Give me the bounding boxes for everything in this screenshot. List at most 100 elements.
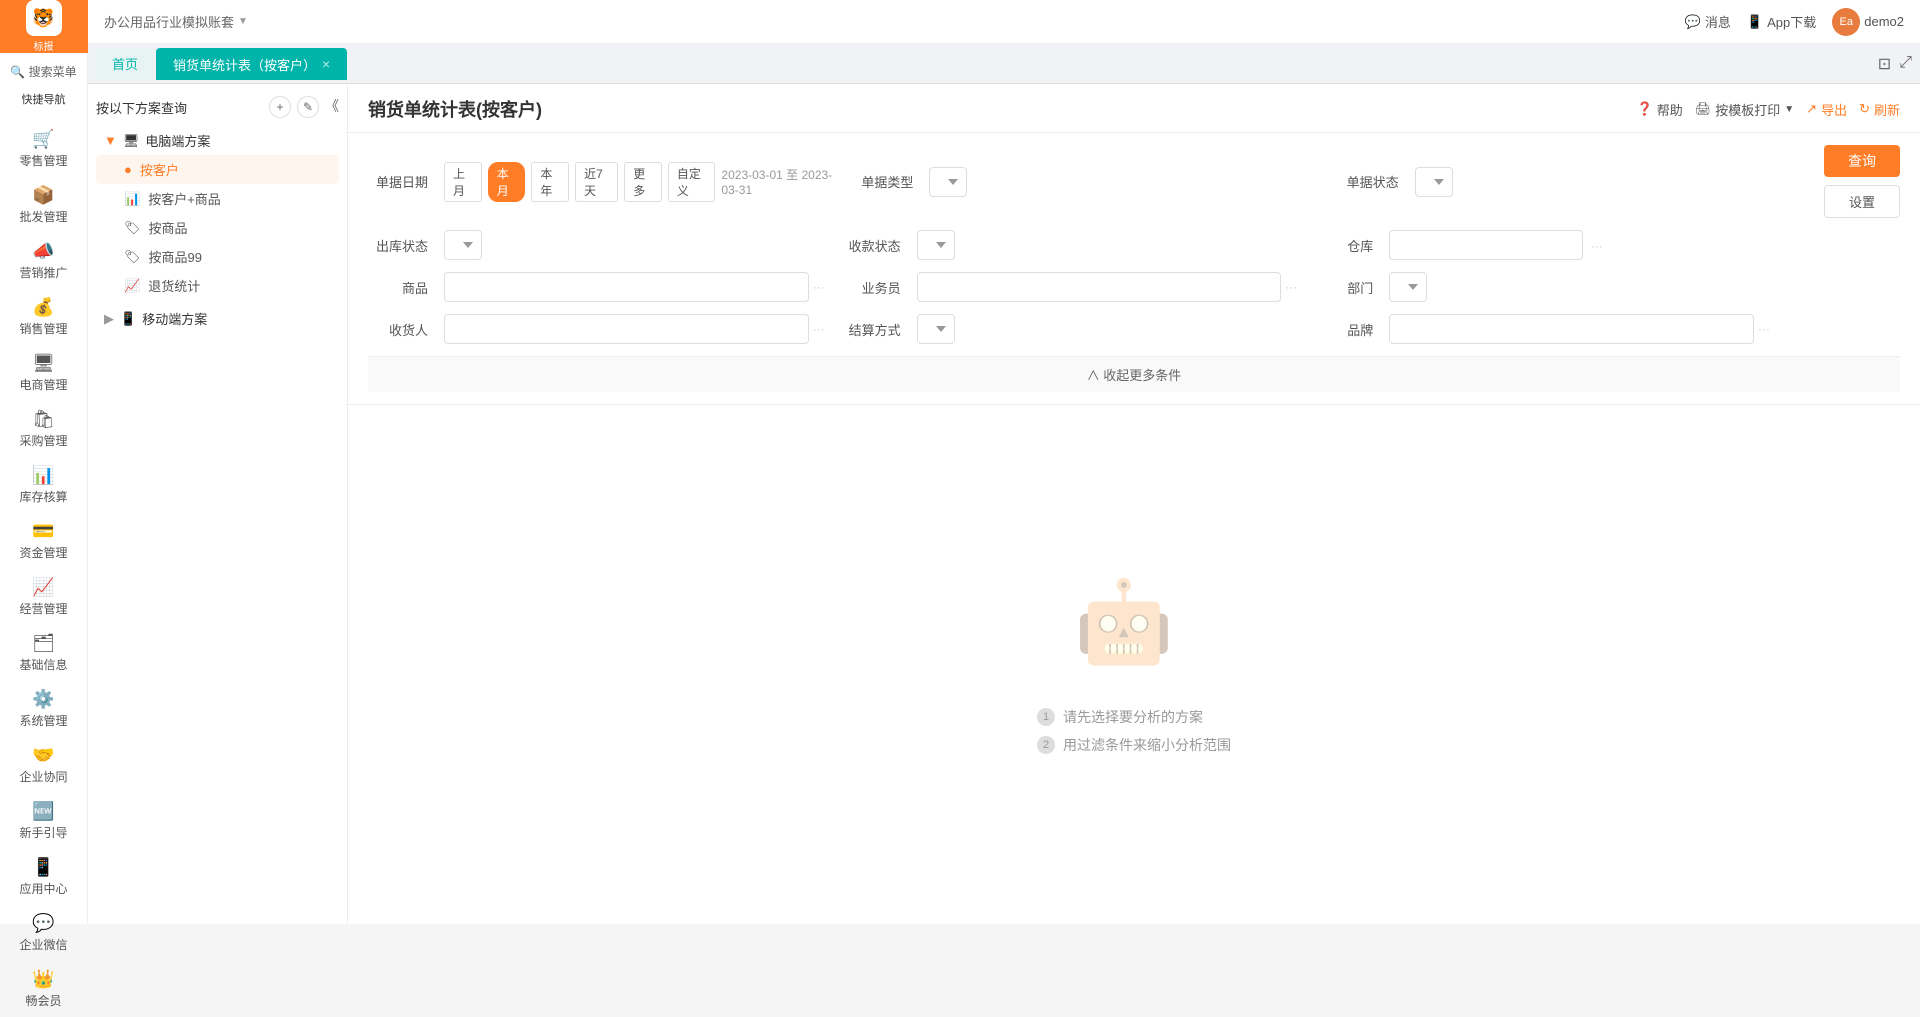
logo-icon: 🐯 (26, 0, 62, 36)
tab-sales-stat[interactable]: 销货单统计表（按客户） × (156, 48, 347, 80)
category-pc-icon: 🖥 (123, 133, 140, 149)
app-download-icon: 📱 (1747, 14, 1763, 30)
sidebar-item-finance[interactable]: 💳 资金管理 (0, 513, 88, 569)
sidebar-label-purchase: 采购管理 (19, 432, 67, 449)
date-btn-more[interactable]: 更多 (624, 162, 662, 202)
goods-label: 商品 (368, 278, 428, 297)
scheme-item-by-customer[interactable]: ● 按客户 (96, 155, 339, 184)
sidebar-item-ecommerce[interactable]: 🖥 电商管理 (0, 345, 88, 401)
main-area: 办公用品行业模拟账套 ▼ 💬 消息 📱 App下载 Ea demo2 首页 (88, 0, 1920, 924)
basic-icon: 🗂 (32, 633, 55, 654)
tab-maximize-icon[interactable]: ⤢ (1899, 54, 1912, 74)
receiver-more-icon[interactable]: ··· (813, 322, 825, 336)
sidebar-item-system[interactable]: ⚙️ 系统管理 (0, 681, 88, 737)
tab-sales-stat-label: 销货单统计表（按客户） (173, 55, 316, 74)
date-btn-this-month[interactable]: 本月 (488, 162, 526, 202)
date-btn-7days[interactable]: 近7天 (575, 162, 618, 202)
sidebar-search[interactable]: 🔍 搜索菜单 (10, 53, 76, 85)
appcenter-icon: 📱 (32, 857, 54, 878)
receipt-status-select[interactable] (917, 230, 955, 260)
tab-restore-icon[interactable]: ⊡ (1878, 54, 1891, 74)
scheme-add-btn[interactable]: + (269, 96, 291, 118)
sidebar-item-member[interactable]: 👑 畅会员 (0, 961, 88, 1017)
empty-hint-1: 1 请先选择要分析的方案 (1037, 707, 1231, 727)
salesperson-label: 业务员 (841, 278, 901, 297)
message-btn[interactable]: 💬 消息 (1685, 12, 1731, 31)
doc-type-select[interactable] (929, 167, 967, 197)
avatar-text: Ea (1840, 16, 1853, 28)
sidebar-item-enterprise[interactable]: 🤝 企业协同 (0, 737, 88, 793)
warehouse-input[interactable] (1389, 230, 1583, 260)
template-print-btn[interactable]: 🖨 按模板打印 ▼ (1695, 100, 1794, 119)
help-btn[interactable]: ❓ 帮助 (1637, 100, 1683, 119)
salesperson-more-icon[interactable]: ··· (1285, 280, 1297, 294)
refresh-btn[interactable]: ↻ 刷新 (1859, 100, 1900, 119)
scheme-category-mobile-header[interactable]: ▶ 📱 移动端方案 (96, 304, 339, 333)
tab-home[interactable]: 首页 (96, 48, 154, 80)
warehouse-label: 仓库 (1313, 236, 1373, 255)
settings-button[interactable]: 设置 (1824, 185, 1900, 218)
logo-text: 标报 (34, 38, 54, 53)
sidebar-item-wholesale[interactable]: 📦 批发管理 (0, 177, 88, 233)
collapse-more-btn[interactable]: ∧ 收起更多条件 (368, 356, 1900, 392)
sidebar-item-operation[interactable]: 📈 经营管理 (0, 569, 88, 625)
page-content: 按以下方案查询 + ✎ 《 ▼ 🖥 电脑端方案 ● 按客户 (88, 84, 1920, 924)
tab-close-icon[interactable]: × (322, 56, 330, 72)
sidebar-item-basic[interactable]: 🗂 基础信息 (0, 625, 88, 681)
scheme-collapse-btn[interactable]: 《 (325, 96, 339, 118)
salesperson-input[interactable] (917, 272, 1282, 302)
collapse-more-label: ∧ 收起更多条件 (1087, 368, 1182, 383)
warehouse-more-icon[interactable]: ··· (1591, 239, 1603, 253)
sidebar-item-appcenter[interactable]: 📱 应用中心 (0, 849, 88, 905)
scheme-item-by-customer-goods[interactable]: 📊 按客户+商品 (96, 184, 339, 213)
filter-row-2: 出库状态 收款状态 仓库 ··· (368, 230, 1900, 260)
sidebar-label-appcenter: 应用中心 (19, 880, 67, 897)
scheme-item-icon-goods99: 🏷 (124, 249, 141, 265)
department-select[interactable] (1389, 272, 1427, 302)
date-btn-last-month[interactable]: 上月 (444, 162, 482, 202)
export-btn[interactable]: ↗ 导出 (1806, 100, 1847, 119)
sidebar-item-marketing[interactable]: 📣 营销推广 (0, 233, 88, 289)
sidebar-item-retail[interactable]: 🛒 零售管理 (0, 121, 88, 177)
query-button[interactable]: 查询 (1824, 145, 1900, 177)
sidebar-item-inventory[interactable]: 📊 库存核算 (0, 457, 88, 513)
sidebar-item-wechat[interactable]: 💬 企业微信 (0, 905, 88, 961)
scheme-category-mobile: ▶ 📱 移动端方案 (96, 304, 339, 333)
sidebar-label-ecommerce: 电商管理 (19, 376, 67, 393)
sidebar-quicknav[interactable]: 快捷导航 (22, 85, 66, 113)
doc-status-label: 单据状态 (1339, 172, 1399, 191)
newuser-icon: 🆕 (32, 801, 54, 822)
scheme-item-icon-cg: 📊 (124, 191, 140, 207)
scheme-item-by-goods99[interactable]: 🏷 按商品99 (96, 242, 339, 271)
help-icon: ❓ (1637, 101, 1653, 117)
sidebar-item-purchase[interactable]: 🛍 采购管理 (0, 401, 88, 457)
doc-status-select[interactable] (1415, 167, 1453, 197)
app-download-btn[interactable]: 📱 App下载 (1747, 12, 1816, 31)
settlement-select[interactable] (917, 314, 955, 344)
brand-input[interactable] (1389, 314, 1754, 344)
export-label: 导出 (1821, 100, 1847, 119)
out-status-select[interactable] (444, 230, 482, 260)
sidebar-item-newuser[interactable]: 🆕 新手引导 (0, 793, 88, 849)
sidebar-label-retail: 零售管理 (19, 152, 67, 169)
account-dropdown[interactable]: 办公用品行业模拟账套 ▼ (104, 12, 248, 31)
category-mobile-icon: 📱 (120, 311, 136, 327)
brand-label: 品牌 (1313, 320, 1373, 339)
goods-input[interactable] (444, 272, 809, 302)
goods-more-icon[interactable]: ··· (813, 280, 825, 294)
filter-row-1: 单据日期 上月 本月 本年 近7天 更多 自定义 2023-03-01 至 20… (368, 145, 1900, 218)
date-btn-custom[interactable]: 自定义 (668, 162, 716, 202)
tab-bar: 首页 销货单统计表（按客户） × ⊡ ⤢ (88, 44, 1920, 84)
receiver-input[interactable] (444, 314, 809, 344)
user-name: demo2 (1864, 14, 1904, 29)
user-profile-btn[interactable]: Ea demo2 (1832, 8, 1904, 36)
scheme-category-pc-header[interactable]: ▼ 🖥 电脑端方案 (96, 126, 339, 155)
scheme-item-return-stat[interactable]: 📈 退货统计 (96, 271, 339, 300)
header-left: 办公用品行业模拟账套 ▼ (104, 12, 248, 31)
scheme-edit-btn[interactable]: ✎ (297, 96, 319, 118)
sidebar-item-sales[interactable]: 💰 销售管理 (0, 289, 88, 345)
date-btn-this-year[interactable]: 本年 (531, 162, 569, 202)
brand-more-icon[interactable]: ··· (1758, 322, 1770, 336)
doc-type-label: 单据类型 (853, 172, 913, 191)
scheme-item-by-goods[interactable]: 🏷 按商品 (96, 213, 339, 242)
